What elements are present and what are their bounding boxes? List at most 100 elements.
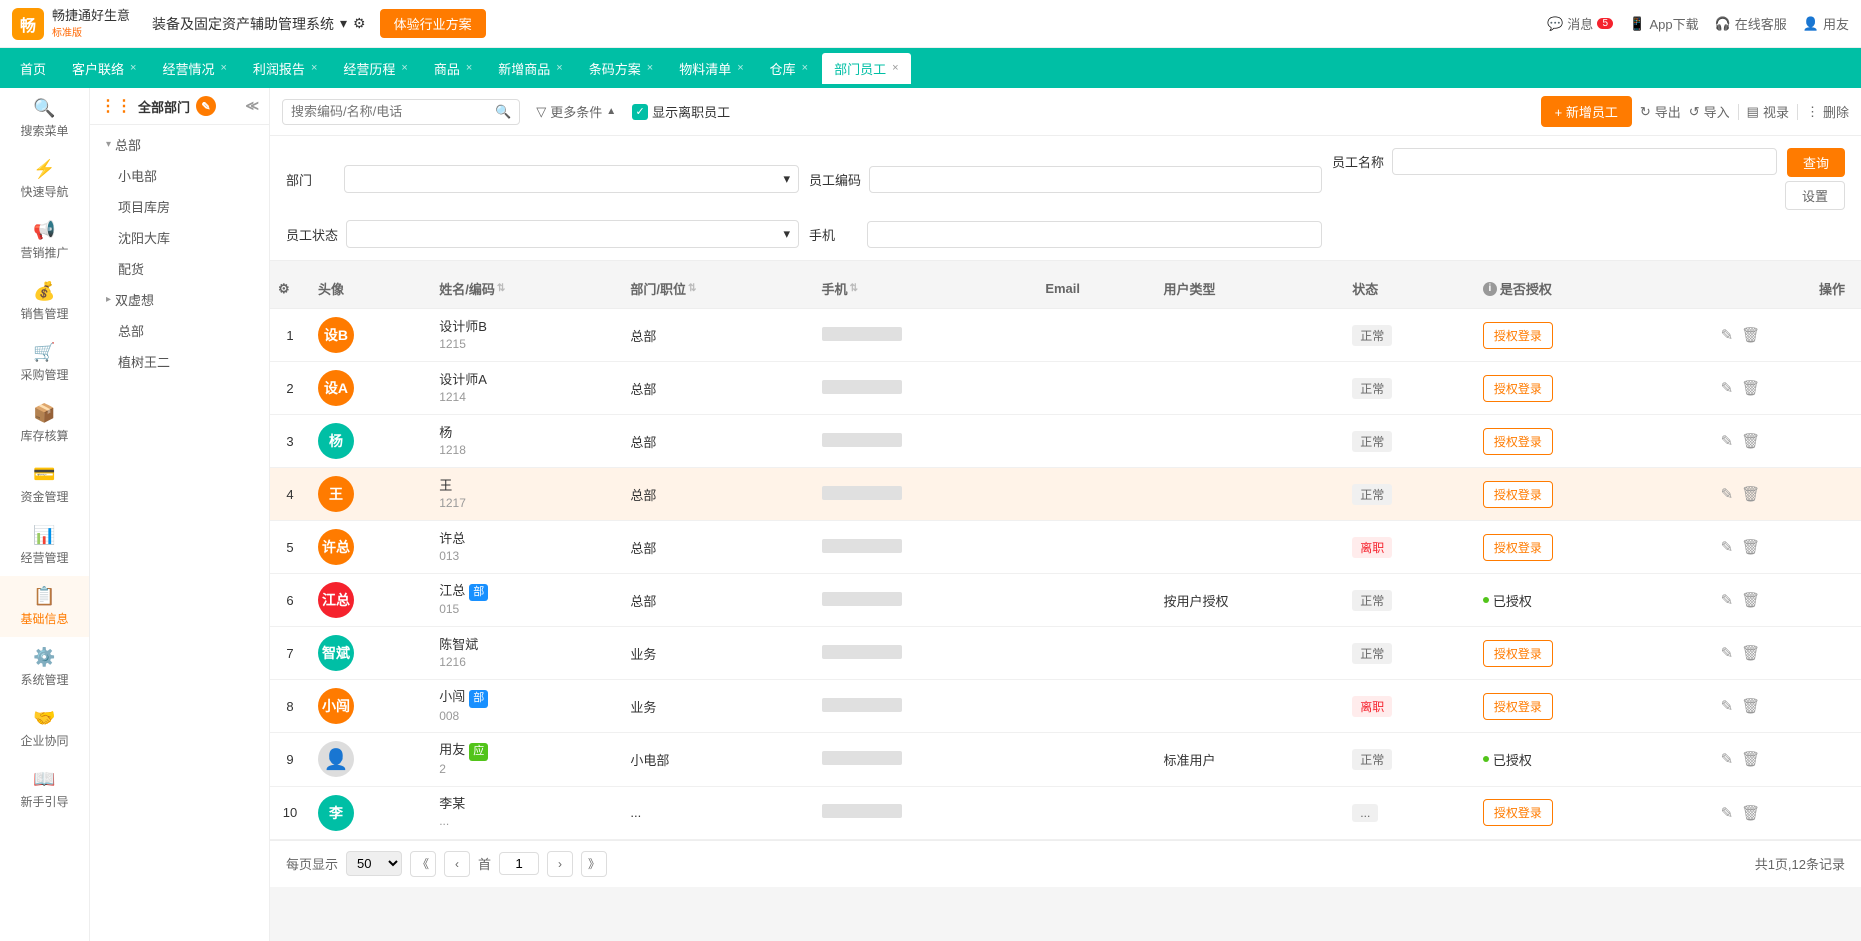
import-btn[interactable]: ↺ 导入 <box>1689 102 1730 121</box>
app-download-btn[interactable]: 📱 App下载 <box>1629 14 1698 33</box>
emp-status-filter-select[interactable]: ▾ <box>346 220 799 248</box>
delete-row-btn[interactable]: 🗑 <box>1741 538 1760 556</box>
tab-profit[interactable]: 利润报告 × <box>241 53 329 84</box>
dept-tree-item-plant[interactable]: 植树王二 <box>90 346 269 377</box>
edit-btn[interactable]: ✎ <box>1721 432 1734 450</box>
delete-row-btn[interactable]: 🗑 <box>1741 591 1760 609</box>
dept-tree-item-projectroom[interactable]: 项目库房 <box>90 191 269 222</box>
auth-login-btn[interactable]: 授权登录 <box>1483 534 1553 561</box>
dept-tree-item-headquarters[interactable]: 总部 <box>90 315 269 346</box>
prev-page-btn[interactable]: ‹ <box>444 851 470 877</box>
close-icon[interactable]: × <box>311 62 317 74</box>
close-icon[interactable]: × <box>737 62 743 74</box>
search-input[interactable] <box>291 104 491 119</box>
edit-btn[interactable]: ✎ <box>1721 750 1734 768</box>
delete-row-btn[interactable]: 🗑 <box>1741 804 1760 822</box>
trial-btn[interactable]: 体验行业方案 <box>380 9 486 38</box>
sidebar-item-marketing[interactable]: 📢 营销推广 <box>0 210 89 271</box>
dept-tree-item-headquarters-root[interactable]: ▾ 总部 <box>90 129 269 160</box>
show-resigned-toggle[interactable]: ✓ 显示离职员工 <box>632 102 730 121</box>
per-page-select[interactable]: 50 20 100 <box>346 851 402 876</box>
export-btn[interactable]: ↻ 导出 <box>1640 102 1681 121</box>
last-page-btn[interactable]: 》 <box>581 851 607 877</box>
auth-login-btn[interactable]: 授权登录 <box>1483 640 1553 667</box>
auth-login-btn[interactable]: 授权登录 <box>1483 375 1553 402</box>
sidebar-item-purchase[interactable]: 🛒 采购管理 <box>0 332 89 393</box>
close-icon[interactable]: × <box>401 62 407 74</box>
col-dept[interactable]: 部门/职位 ⇅ <box>622 269 813 309</box>
dept-tree-item-shuangxu[interactable]: ▸ 双虚想 <box>90 284 269 315</box>
tab-history[interactable]: 经营历程 × <box>331 53 419 84</box>
dept-tree-item-distribution[interactable]: 配货 <box>90 253 269 284</box>
sidebar-item-biz[interactable]: 📊 经营管理 <box>0 515 89 576</box>
sidebar-item-inventory[interactable]: 📦 库存核算 <box>0 393 89 454</box>
reset-btn[interactable]: 设置 <box>1785 181 1845 210</box>
page-number-input[interactable] <box>499 852 539 875</box>
more-filters-btn[interactable]: ▽ 更多条件 ▲ <box>528 98 624 125</box>
close-icon[interactable]: × <box>802 62 808 74</box>
auth-login-btn[interactable]: 授权登录 <box>1483 481 1553 508</box>
tab-bom[interactable]: 物料清单 × <box>667 53 755 84</box>
tab-operations[interactable]: 经营情况 × <box>150 53 238 84</box>
tab-barcode[interactable]: 条码方案 × <box>577 53 665 84</box>
delete-btn[interactable]: ⋮ 删除 <box>1806 102 1849 121</box>
col-name[interactable]: 姓名/编码 ⇅ <box>431 269 622 309</box>
close-icon[interactable]: × <box>130 62 136 74</box>
close-icon-active[interactable]: × <box>892 62 898 74</box>
settings-icon[interactable]: ⚙ <box>353 15 366 32</box>
auth-login-btn[interactable]: 授权登录 <box>1483 799 1553 826</box>
delete-row-btn[interactable]: 🗑 <box>1741 379 1760 397</box>
add-employee-btn[interactable]: + 新增员工 <box>1541 96 1632 127</box>
phone-filter-input[interactable] <box>867 221 1322 248</box>
auth-login-btn[interactable]: 授权登录 <box>1483 322 1553 349</box>
tab-warehouse[interactable]: 仓库 × <box>758 53 820 84</box>
dept-tree-item-smallelec[interactable]: 小电部 <box>90 160 269 191</box>
edit-btn[interactable]: ✎ <box>1721 697 1734 715</box>
tab-add-goods[interactable]: 新增商品 × <box>486 53 574 84</box>
dept-tree-item-shenyang[interactable]: 沈阳大库 <box>90 222 269 253</box>
col-settings[interactable]: ⚙ <box>270 269 310 309</box>
auth-login-btn[interactable]: 授权登录 <box>1483 428 1553 455</box>
sidebar-item-system[interactable]: ⚙️ 系统管理 <box>0 637 89 698</box>
delete-row-btn[interactable]: 🗑 <box>1741 644 1760 662</box>
delete-row-btn[interactable]: 🗑 <box>1741 750 1760 768</box>
view-btn[interactable]: ▤ 视录 <box>1747 102 1789 121</box>
next-page-btn[interactable]: › <box>547 851 573 877</box>
close-icon[interactable]: × <box>220 62 226 74</box>
user-avatar-btn[interactable]: 👤 用友 <box>1803 14 1849 33</box>
col-phone[interactable]: 手机 ⇅ <box>814 269 1038 309</box>
system-title-dropdown-icon[interactable]: ▾ <box>340 15 347 32</box>
sidebar-item-collab[interactable]: 🤝 企业协同 <box>0 698 89 759</box>
edit-btn[interactable]: ✎ <box>1721 485 1734 503</box>
tab-customer[interactable]: 客户联络 × <box>60 53 148 84</box>
dept-edit-btn[interactable]: ✎ <box>196 96 216 116</box>
emp-name-filter-input[interactable] <box>1392 148 1777 175</box>
edit-btn[interactable]: ✎ <box>1721 538 1734 556</box>
online-service-btn[interactable]: 🎧 在线客服 <box>1715 14 1787 33</box>
edit-btn[interactable]: ✎ <box>1721 326 1734 344</box>
sidebar-item-search[interactable]: 🔍 搜索菜单 <box>0 88 89 149</box>
emp-code-filter-input[interactable] <box>869 166 1322 193</box>
edit-btn[interactable]: ✎ <box>1721 379 1734 397</box>
query-btn[interactable]: 查询 <box>1787 148 1845 177</box>
search-icon-btn[interactable]: 🔍 <box>495 104 511 120</box>
tab-home[interactable]: 首页 <box>8 53 58 84</box>
delete-row-btn[interactable]: 🗑 <box>1741 697 1760 715</box>
tab-goods[interactable]: 商品 × <box>422 53 484 84</box>
dept-filter-select[interactable]: ▾ <box>344 165 799 193</box>
dept-collapse-btn[interactable]: ≪ <box>245 98 259 114</box>
message-btn[interactable]: 💬 消息 5 <box>1547 14 1613 33</box>
edit-btn[interactable]: ✎ <box>1721 644 1734 662</box>
sidebar-item-guide[interactable]: 📖 新手引导 <box>0 759 89 820</box>
close-icon[interactable]: × <box>466 62 472 74</box>
delete-row-btn[interactable]: 🗑 <box>1741 432 1760 450</box>
sidebar-item-sales[interactable]: 💰 销售管理 <box>0 271 89 332</box>
close-icon[interactable]: × <box>556 62 562 74</box>
edit-btn[interactable]: ✎ <box>1721 591 1734 609</box>
edit-btn[interactable]: ✎ <box>1721 804 1734 822</box>
delete-row-btn[interactable]: 🗑 <box>1741 485 1760 503</box>
auth-login-btn[interactable]: 授权登录 <box>1483 693 1553 720</box>
first-page-btn[interactable]: 《 <box>410 851 436 877</box>
delete-row-btn[interactable]: 🗑 <box>1741 326 1760 344</box>
close-icon[interactable]: × <box>647 62 653 74</box>
